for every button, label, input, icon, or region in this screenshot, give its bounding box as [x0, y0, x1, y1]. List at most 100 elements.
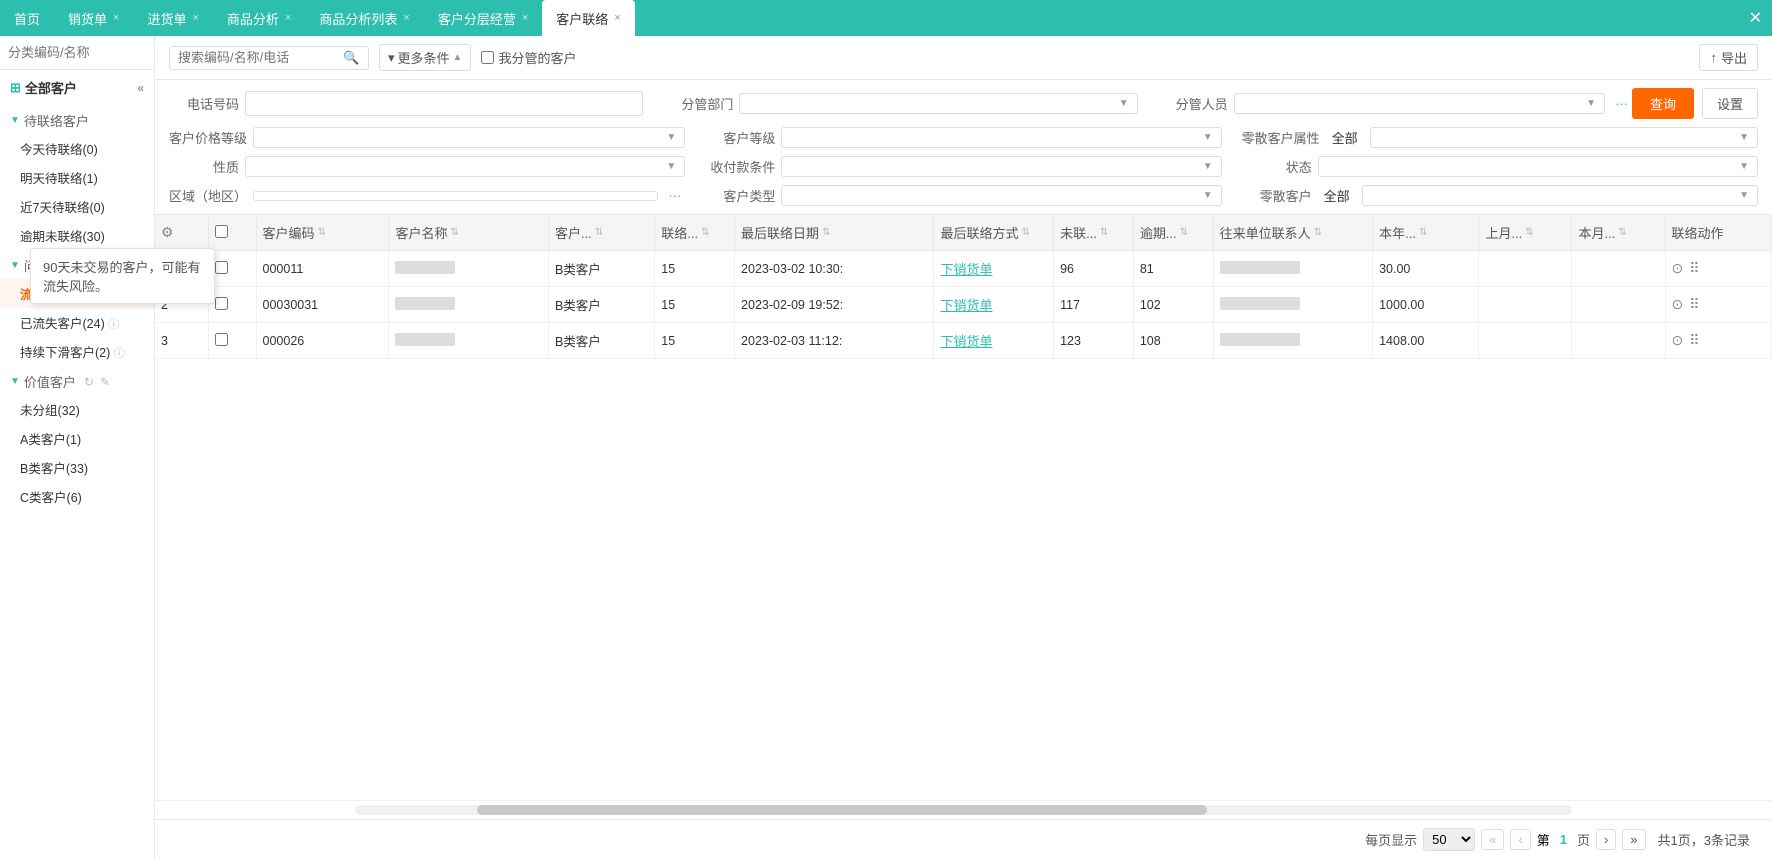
next-page-button[interactable]: › [1596, 829, 1616, 850]
tab-analysis-list[interactable]: 商品分析列表 × [305, 0, 423, 36]
close-all-icon[interactable]: ✕ [1749, 8, 1772, 28]
filter-manager: 分管人员 ▼ ··· [1158, 93, 1632, 114]
th-thism[interactable]: 本月... ⇅ [1572, 215, 1665, 251]
search-input[interactable] [178, 50, 338, 65]
select-manager[interactable]: ▼ [1234, 93, 1605, 114]
tab-customer-contact[interactable]: 客户联络 × [542, 0, 634, 36]
prev-page-button[interactable]: ‹ [1510, 829, 1530, 850]
select-dept[interactable]: ▼ [739, 93, 1137, 114]
tab-customer-contact-close[interactable]: × [614, 12, 620, 24]
export-button[interactable]: ↑ 导出 [1699, 44, 1758, 71]
scrollbar-thumb[interactable] [477, 805, 1207, 815]
th-type[interactable]: 客户... ⇅ [548, 215, 654, 251]
select-status-arrow: ▼ [1739, 161, 1749, 172]
settings-button[interactable]: 设置 [1702, 88, 1758, 119]
more-conditions-button[interactable]: ▾ 更多条件 ▲ [379, 44, 471, 71]
sidebar-item-today[interactable]: 今天待联络(0) [0, 134, 154, 163]
method-link-1[interactable]: 下销货单 [940, 298, 992, 313]
sidebar-item-tomorrow[interactable]: 明天待联络(1) [0, 163, 154, 192]
manager-more-btn[interactable]: ··· [1611, 96, 1632, 111]
edit-icon-value[interactable]: ✎ [100, 375, 110, 389]
tab-sales-close[interactable]: × [113, 12, 119, 24]
th-last-method[interactable]: 最后联络方式 ⇅ [934, 215, 1054, 251]
select-payment[interactable]: ▼ [781, 156, 1221, 177]
collapse-icon[interactable]: « [137, 81, 144, 95]
sidebar-section-pending[interactable]: ▼ 待联络客户 [0, 105, 154, 134]
page-word: 页 [1577, 830, 1590, 849]
sidebar-section-value[interactable]: ▼ 价值客户 ↻ ✎ [0, 366, 154, 395]
method-link-0[interactable]: 下销货单 [940, 262, 992, 277]
tab-purchase[interactable]: 进货单 × [133, 0, 212, 36]
sidebar-item-7days[interactable]: 近7天待联络(0) [0, 192, 154, 221]
th-contact[interactable]: 联络... ⇅ [655, 215, 735, 251]
select-nature[interactable]: ▼ [245, 156, 685, 177]
select-status[interactable]: ▼ [1318, 156, 1758, 177]
th-code[interactable]: 客户编码 ⇅ [256, 215, 389, 251]
tab-home[interactable]: 首页 [0, 0, 54, 36]
label-manager: 分管人员 [1158, 94, 1228, 113]
action-contact-icon-2[interactable]: ⊙ [1672, 332, 1684, 349]
tab-analysis[interactable]: 商品分析 × [213, 0, 305, 36]
search-icon[interactable]: 🔍 [343, 50, 359, 66]
action-more-icon-0[interactable]: ⠿ [1689, 260, 1699, 277]
sidebar-all-customers[interactable]: ⊞ 全部客户 « [0, 70, 154, 105]
filter-price-grade: 客户价格等级 ▼ [169, 127, 685, 148]
tab-customer-segment-close[interactable]: × [522, 12, 528, 24]
th-lastm[interactable]: 上月... ⇅ [1479, 215, 1572, 251]
select-region[interactable] [253, 191, 658, 201]
select-retail[interactable]: ▼ [1362, 185, 1758, 206]
sort-name-icon: ⇅ [450, 227, 458, 238]
sidebar-item-ungroup[interactable]: 未分组(32) [0, 395, 154, 424]
select-payment-arrow: ▼ [1203, 161, 1213, 172]
select-customer-grade[interactable]: ▼ [781, 127, 1221, 148]
my-customers-checkbox-label[interactable]: 我分管的客户 [481, 48, 576, 67]
query-button[interactable]: 查询 [1632, 88, 1694, 119]
sidebar-item-churned[interactable]: 已流失客户(24) ⓘ [0, 308, 154, 337]
sidebar-item-overdue[interactable]: 逾期未联络(30) [0, 221, 154, 250]
th-last-date[interactable]: 最后联络日期 ⇅ [735, 215, 934, 251]
input-phone[interactable] [245, 91, 643, 116]
toolbar: 🔍 ▾ 更多条件 ▲ 我分管的客户 ↑ 导出 [155, 36, 1772, 80]
retail-attr-prefix: 全部 [1326, 128, 1364, 147]
td-unlinked-1: 117 [1054, 287, 1134, 323]
sidebar-item-b-class[interactable]: B类客户(33) [0, 453, 154, 482]
per-page-select[interactable]: 50 100 [1423, 828, 1475, 851]
region-more-btn[interactable]: ··· [664, 188, 685, 203]
row-checkbox-1[interactable] [215, 297, 228, 310]
td-check-1 [208, 287, 256, 323]
tab-analysis-close[interactable]: × [285, 12, 291, 24]
row-checkbox-0[interactable] [215, 261, 228, 274]
action-more-icon-2[interactable]: ⠿ [1689, 332, 1699, 349]
tab-customer-segment[interactable]: 客户分层经营 × [424, 0, 542, 36]
td-contact-1: 15 [655, 287, 735, 323]
select-customer-type[interactable]: ▼ [781, 185, 1221, 206]
select-retail-attr[interactable]: ▼ [1370, 127, 1758, 148]
tab-purchase-close[interactable]: × [192, 12, 198, 24]
select-price-grade[interactable]: ▼ [253, 127, 685, 148]
sort-liaison-icon: ⇅ [1314, 227, 1322, 238]
action-more-icon-1[interactable]: ⠿ [1689, 296, 1699, 313]
select-all-checkbox[interactable] [215, 225, 228, 238]
more-conditions-label: 更多条件 [398, 48, 450, 67]
sidebar-item-a-class[interactable]: A类客户(1) [0, 424, 154, 453]
th-thisyr[interactable]: 本年... ⇅ [1373, 215, 1479, 251]
action-contact-icon-1[interactable]: ⊙ [1672, 296, 1684, 313]
sidebar-item-declining[interactable]: 持续下滑客户(2) ⓘ [0, 337, 154, 366]
sidebar-item-c-class[interactable]: C类客户(6) [0, 482, 154, 511]
sidebar-search-input[interactable] [8, 45, 155, 60]
first-page-button[interactable]: « [1481, 829, 1504, 850]
tab-analysis-list-close[interactable]: × [403, 12, 409, 24]
th-liaison[interactable]: 往来单位联系人 ⇅ [1213, 215, 1373, 251]
last-page-button[interactable]: » [1622, 829, 1645, 850]
th-overdue-label: 逾期... [1140, 223, 1177, 242]
th-name[interactable]: 客户名称 ⇅ [389, 215, 549, 251]
my-customers-checkbox[interactable] [481, 51, 494, 64]
method-link-2[interactable]: 下销货单 [940, 334, 992, 349]
row-checkbox-2[interactable] [215, 333, 228, 346]
action-contact-icon-0[interactable]: ⊙ [1672, 260, 1684, 277]
table-settings-icon[interactable]: ⚙ [161, 224, 174, 240]
tab-sales[interactable]: 销货单 × [54, 0, 133, 36]
th-unlinked[interactable]: 未联... ⇅ [1054, 215, 1134, 251]
th-overdue[interactable]: 逾期... ⇅ [1133, 215, 1213, 251]
refresh-icon-value[interactable]: ↻ [84, 375, 94, 389]
